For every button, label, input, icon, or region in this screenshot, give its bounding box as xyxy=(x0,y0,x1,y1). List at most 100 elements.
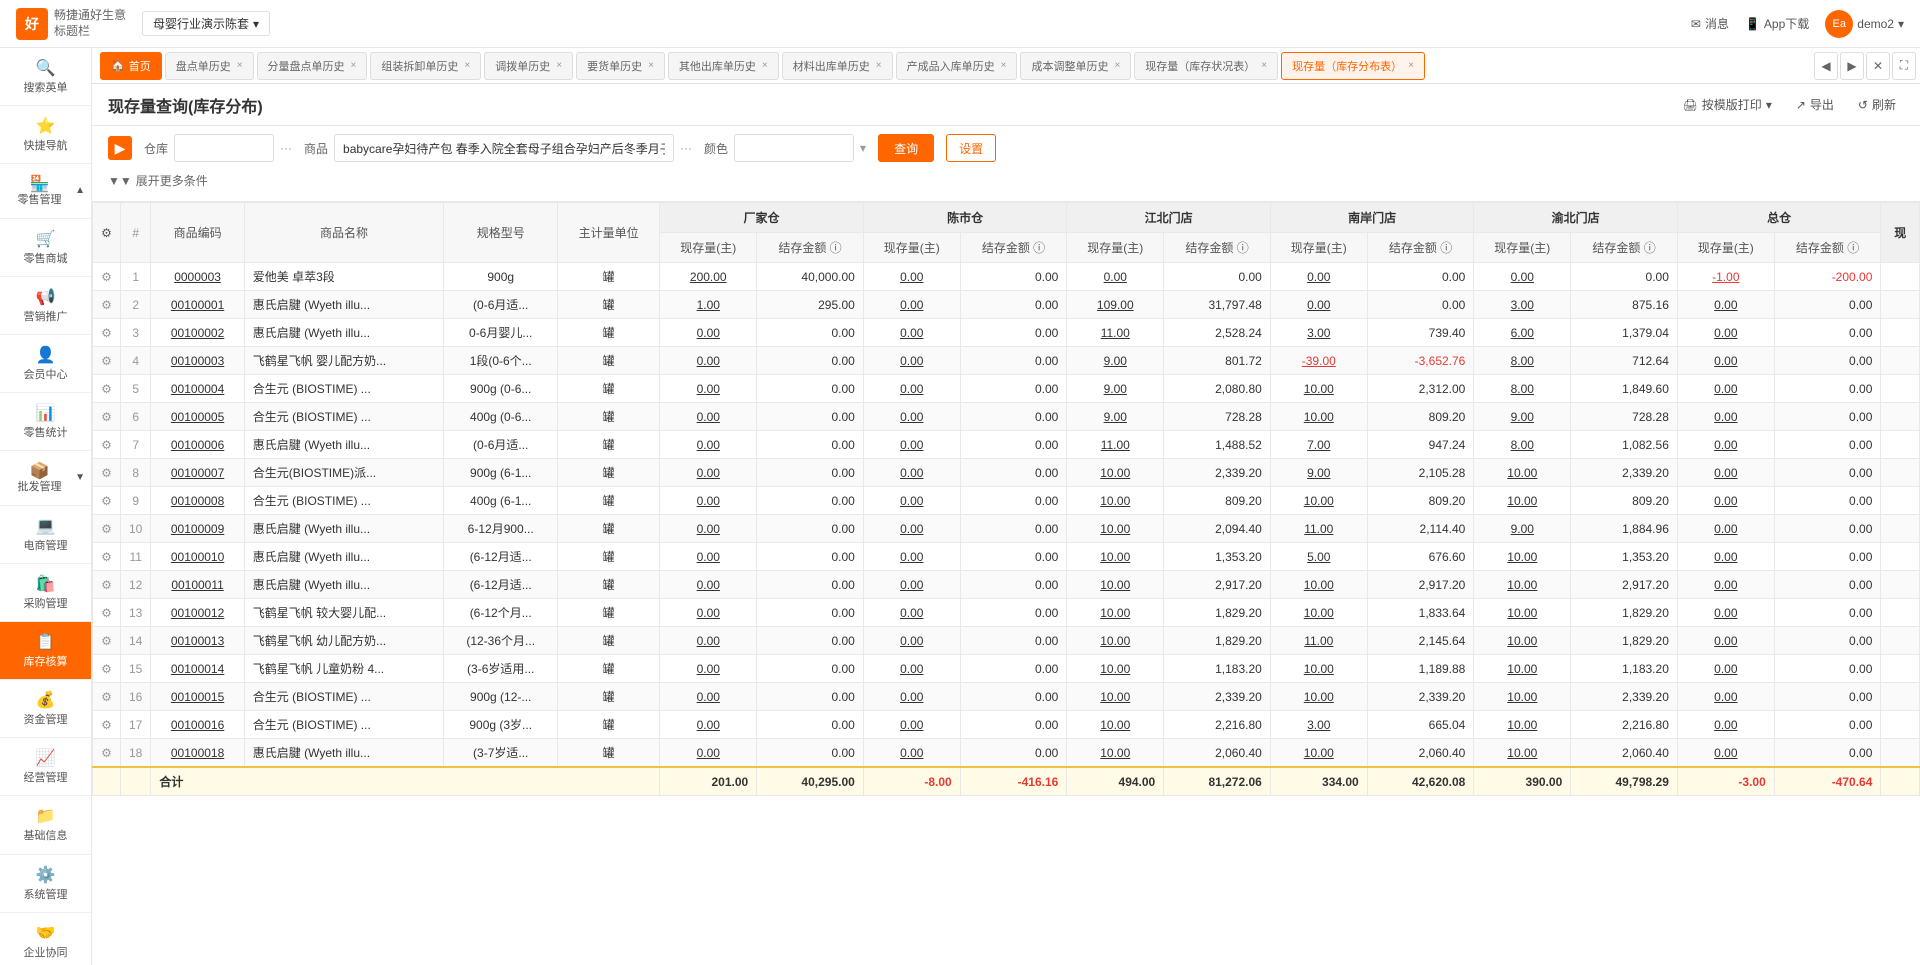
cell-t-s[interactable]: 0.00 xyxy=(1677,347,1774,375)
cell-code[interactable]: 00100010 xyxy=(151,543,244,571)
tab-close-clcdh[interactable]: × xyxy=(876,60,882,71)
cell-code[interactable]: 00100014 xyxy=(151,655,244,683)
sidebar-item-marketing[interactable]: 📢 营销推广 xyxy=(0,277,91,335)
cell-jb-s[interactable]: 9.00 xyxy=(1067,375,1164,403)
cell-jb-s[interactable]: 9.00 xyxy=(1067,403,1164,431)
tab-cprkdh[interactable]: 产成品入库单历史 × xyxy=(896,52,1018,80)
tab-close-fpdh[interactable]: × xyxy=(351,60,357,71)
sidebar-item-system[interactable]: ⚙️ 系统管理 xyxy=(0,855,91,913)
tab-ddh[interactable]: 调拨单历史 × xyxy=(484,52,573,80)
cell-code[interactable]: 00100008 xyxy=(151,487,244,515)
tab-close-cbtzsdh[interactable]: × xyxy=(1114,60,1120,71)
cell-c-s[interactable]: 0.00 xyxy=(863,571,960,599)
cell-code[interactable]: 00100002 xyxy=(151,319,244,347)
cell-jb-s[interactable]: 10.00 xyxy=(1067,487,1164,515)
cell-jb-s[interactable]: 11.00 xyxy=(1067,319,1164,347)
cell-c-s[interactable]: 0.00 xyxy=(863,683,960,711)
tab-nav-right[interactable]: ▶ xyxy=(1840,52,1864,80)
goods-more-btn[interactable]: ··· xyxy=(680,141,692,155)
cell-na-s[interactable]: 11.00 xyxy=(1270,515,1367,543)
cell-f-s[interactable]: 0.00 xyxy=(660,739,757,768)
cell-f-s[interactable]: 0.00 xyxy=(660,683,757,711)
cell-na-s[interactable]: 11.00 xyxy=(1270,627,1367,655)
tab-nav-close[interactable]: ✕ xyxy=(1866,52,1890,80)
warehouse-input[interactable] xyxy=(174,134,274,162)
cell-f-s[interactable]: 0.00 xyxy=(660,459,757,487)
cell-t-s[interactable]: 0.00 xyxy=(1677,487,1774,515)
cell-c-s[interactable]: 0.00 xyxy=(863,739,960,768)
cell-f-s[interactable]: 0.00 xyxy=(660,487,757,515)
cell-na-s[interactable]: 0.00 xyxy=(1270,263,1367,291)
cell-yb-s[interactable]: 10.00 xyxy=(1474,655,1571,683)
cell-yb-s[interactable]: 10.00 xyxy=(1474,571,1571,599)
cell-t-s[interactable]: 0.00 xyxy=(1677,711,1774,739)
cell-yb-s[interactable]: 10.00 xyxy=(1474,739,1571,768)
cell-yb-s[interactable]: 9.00 xyxy=(1474,515,1571,543)
cell-code[interactable]: 00100012 xyxy=(151,599,244,627)
cell-na-s[interactable]: 10.00 xyxy=(1270,375,1367,403)
export-btn[interactable]: ↗ 导出 xyxy=(1788,92,1842,117)
cell-jb-s[interactable]: 10.00 xyxy=(1067,459,1164,487)
cell-jb-s[interactable]: 10.00 xyxy=(1067,599,1164,627)
tab-pddh[interactable]: 盘点单历史 × xyxy=(165,52,254,80)
tab-home[interactable]: 🏠 首页 xyxy=(100,52,162,80)
cell-yb-s[interactable]: 10.00 xyxy=(1474,487,1571,515)
cell-code[interactable]: 00100005 xyxy=(151,403,244,431)
cell-yb-s[interactable]: 8.00 xyxy=(1474,375,1571,403)
cell-na-s[interactable]: 10.00 xyxy=(1270,403,1367,431)
color-dropdown-icon[interactable]: ▾ xyxy=(860,141,866,155)
cell-jb-s[interactable]: 10.00 xyxy=(1067,711,1164,739)
cell-yb-s[interactable]: 8.00 xyxy=(1474,347,1571,375)
cell-t-s[interactable]: 0.00 xyxy=(1677,319,1774,347)
cell-jb-s[interactable]: 10.00 xyxy=(1067,683,1164,711)
cell-f-s[interactable]: 0.00 xyxy=(660,319,757,347)
cell-yb-s[interactable]: 9.00 xyxy=(1474,403,1571,431)
cell-f-s[interactable]: 200.00 xyxy=(660,263,757,291)
cell-c-s[interactable]: 0.00 xyxy=(863,655,960,683)
cell-t-s[interactable]: 0.00 xyxy=(1677,431,1774,459)
sidebar-item-wholesale[interactable]: 📦 批发管理 ▼ xyxy=(0,451,91,505)
cell-yb-s[interactable]: 0.00 xyxy=(1474,263,1571,291)
settings-btn[interactable]: 设置 xyxy=(946,134,996,162)
cell-yb-s[interactable]: 6.00 xyxy=(1474,319,1571,347)
cell-yb-s[interactable]: 10.00 xyxy=(1474,627,1571,655)
sidebar-item-retailshop[interactable]: 🛒 零售商城 xyxy=(0,219,91,277)
cell-f-s[interactable]: 0.00 xyxy=(660,543,757,571)
cell-yb-s[interactable]: 8.00 xyxy=(1474,431,1571,459)
cell-f-s[interactable]: 0.00 xyxy=(660,431,757,459)
cell-na-s[interactable]: 10.00 xyxy=(1270,487,1367,515)
tab-close-yhdh[interactable]: × xyxy=(648,60,654,71)
cell-code[interactable]: 00100001 xyxy=(151,291,244,319)
sidebar-item-member[interactable]: 👤 会员中心 xyxy=(0,335,91,393)
tab-close-zzcyh[interactable]: × xyxy=(464,60,470,71)
cell-code[interactable]: 00100015 xyxy=(151,683,244,711)
cell-jb-s[interactable]: 11.00 xyxy=(1067,431,1164,459)
cell-na-s[interactable]: 10.00 xyxy=(1270,655,1367,683)
cell-c-s[interactable]: 0.00 xyxy=(863,543,960,571)
sidebar-item-search[interactable]: 🔍 搜索英单 xyxy=(0,48,91,106)
cell-na-s[interactable]: 10.00 xyxy=(1270,599,1367,627)
cell-na-s[interactable]: 3.00 xyxy=(1270,711,1367,739)
cell-f-s[interactable]: 0.00 xyxy=(660,375,757,403)
cell-yb-s[interactable]: 10.00 xyxy=(1474,711,1571,739)
sidebar-item-ecom[interactable]: 💻 电商管理 xyxy=(0,506,91,564)
tab-close-ddh[interactable]: × xyxy=(556,60,562,71)
sidebar-item-purchase[interactable]: 🛍️ 采购管理 xyxy=(0,564,91,622)
cell-f-s[interactable]: 0.00 xyxy=(660,655,757,683)
cell-c-s[interactable]: 0.00 xyxy=(863,515,960,543)
cell-na-s[interactable]: 3.00 xyxy=(1270,319,1367,347)
sidebar-item-inventory[interactable]: 📋 库存核算 xyxy=(0,622,91,680)
tab-close-qtccdh[interactable]: × xyxy=(762,60,768,71)
cell-t-s[interactable]: 0.00 xyxy=(1677,599,1774,627)
cell-na-s[interactable]: 10.00 xyxy=(1270,571,1367,599)
cell-yb-s[interactable]: 10.00 xyxy=(1474,543,1571,571)
cell-t-s[interactable]: 0.00 xyxy=(1677,515,1774,543)
warehouse-more-btn[interactable]: ··· xyxy=(280,141,292,155)
cell-jb-s[interactable]: 109.00 xyxy=(1067,291,1164,319)
sidebar-item-basic[interactable]: 📁 基础信息 xyxy=(0,796,91,854)
cell-t-s[interactable]: 0.00 xyxy=(1677,571,1774,599)
sidebar-item-collab[interactable]: 🤝 企业协同 xyxy=(0,913,91,965)
cell-c-s[interactable]: 0.00 xyxy=(863,459,960,487)
cell-yb-s[interactable]: 3.00 xyxy=(1474,291,1571,319)
tab-nav-left[interactable]: ◀ xyxy=(1814,52,1838,80)
